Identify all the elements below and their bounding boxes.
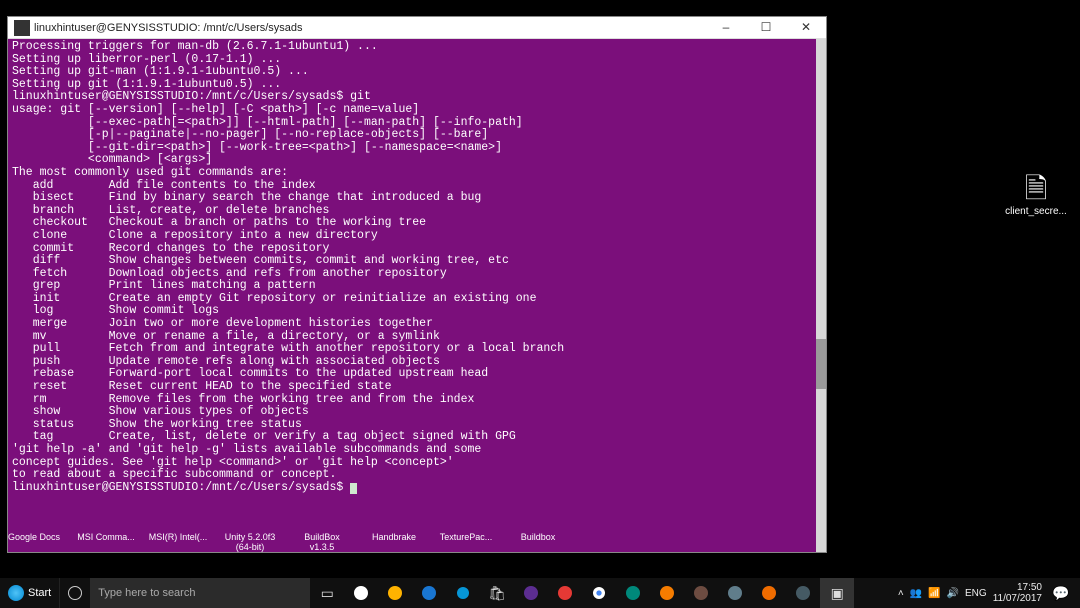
terminal-line: bisect Find by binary search the change … [12,192,822,205]
shortcut-label: MSI Comma... [76,532,136,542]
desktop-shortcut[interactable]: MSI(R) Intel(... [148,532,208,542]
tray-people-icon[interactable]: 👥 [910,588,922,599]
taskbar-terminal[interactable]: ▣ [820,578,854,608]
terminal-icon [14,20,30,36]
search-placeholder: Type here to search [98,587,195,599]
terminal-line: Processing triggers for man-db (2.6.7.1-… [12,41,822,54]
terminal-line: usage: git [--version] [--help] [-C <pat… [12,104,822,117]
terminal-window: linuxhintuser@GENYSISSTUDIO: /mnt/c/User… [7,16,827,553]
shortcut-label: TexturePac... [436,532,496,542]
shortcut-label: BuildBox v1.3.5 [292,532,352,552]
scrollbar[interactable] [816,39,826,552]
tray-volume-icon[interactable]: 🔊 [947,588,959,599]
file-label: client_secre... [1004,206,1068,217]
file-icon-client-secre[interactable]: 🗎 client_secre... [1004,172,1068,217]
task-view-button[interactable]: ▭ [310,578,344,608]
taskbar-app-10[interactable] [684,578,718,608]
tray-date: 11/07/2017 [993,593,1042,604]
taskbar-app-8[interactable] [616,578,650,608]
maximize-button[interactable]: ☐ [746,17,786,39]
cortana-button[interactable] [60,578,90,608]
terminal-line: The most commonly used git commands are: [12,167,822,180]
taskbar-app-11[interactable] [718,578,752,608]
scrollbar-thumb[interactable] [816,339,826,389]
desktop-shortcut[interactable]: Google Docs [4,532,64,542]
terminal-line: clone Clone a repository into a new dire… [12,230,822,243]
desktop-shortcut[interactable]: TexturePac... [436,532,496,542]
desktop-shortcut[interactable]: BuildBox v1.3.5 [292,532,352,552]
terminal-line: [-p|--paginate|--no-pager] [--no-replace… [12,129,822,142]
shortcut-label: Handbrake [364,532,424,542]
shortcut-label: Buildbox [508,532,568,542]
tray-time: 17:50 [993,582,1042,593]
taskbar-chrome[interactable] [582,578,616,608]
taskbar-app-5[interactable] [514,578,548,608]
tray-language[interactable]: ENG [965,588,987,599]
terminal-line: linuxhintuser@GENYSISSTUDIO:/mnt/c/Users… [12,482,822,495]
shortcut-label: Google Docs [4,532,64,542]
terminal-line: show Show various types of objects [12,406,822,419]
terminal-line: grep Print lines matching a pattern [12,280,822,293]
task-icons: ▭ 🛍 ▣ [310,578,854,608]
titlebar[interactable]: linuxhintuser@GENYSISSTUDIO: /mnt/c/User… [8,17,826,39]
tray-clock[interactable]: 17:50 11/07/2017 [993,582,1042,604]
desktop: linuxhintuser@GENYSISSTUDIO: /mnt/c/User… [0,0,1080,608]
close-button[interactable]: ✕ [786,17,826,39]
terminal-body[interactable]: Processing triggers for man-db (2.6.7.1-… [8,39,826,552]
terminal-line: Setting up git-man (1:1.9.1-1ubuntu0.5) … [12,66,822,79]
taskbar-app-12[interactable] [752,578,786,608]
taskbar-app-9[interactable] [650,578,684,608]
terminal-line: 'git help -a' and 'git help -g' lists av… [12,444,822,457]
terminal-cursor [350,483,357,494]
terminal-line: reset Reset current HEAD to the specifie… [12,381,822,394]
terminal-line: merge Join two or more development histo… [12,318,822,331]
cortana-ring-icon [68,586,82,600]
tray-notifications-icon[interactable]: 💬 [1048,585,1074,602]
taskbar-app-13[interactable] [786,578,820,608]
desktop-shortcut[interactable]: Unity 5.2.0f3 (64-bit) [220,532,280,552]
terminal-line: diff Show changes between commits, commi… [12,255,822,268]
tray-chevron-up-icon[interactable]: ˄ [898,588,904,599]
window-title: linuxhintuser@GENYSISSTUDIO: /mnt/c/User… [34,22,706,34]
shortcut-label: MSI(R) Intel(... [148,532,208,542]
taskbar-edge[interactable] [446,578,480,608]
start-label: Start [28,587,51,599]
terminal-line: to read about a specific subcommand or c… [12,469,822,482]
shortcut-label: Unity 5.2.0f3 (64-bit) [220,532,280,552]
taskbar: Start Type here to search ▭ 🛍 ▣ [0,578,1080,608]
start-logo-icon [8,585,24,601]
taskbar-app-2[interactable] [378,578,412,608]
document-icon: 🗎 [1004,172,1068,206]
desktop-shortcut[interactable]: MSI Comma... [76,532,136,542]
terminal-line: pull Fetch from and integrate with anoth… [12,343,822,356]
taskbar-store[interactable]: 🛍 [480,578,514,608]
system-tray: ˄ 👥 📶 🔊 ENG 17:50 11/07/2017 💬 [892,578,1080,608]
taskbar-app-6[interactable] [548,578,582,608]
minimize-button[interactable]: – [706,17,746,39]
desktop-shortcut[interactable]: Buildbox [508,532,568,542]
taskbar-app-1[interactable] [344,578,378,608]
tray-wifi-icon[interactable]: 📶 [928,588,940,599]
desktop-icon-row: Google Docs MSI Comma... MSI(R) Intel(... U… [4,532,568,576]
taskbar-app-3[interactable] [412,578,446,608]
desktop-shortcut[interactable]: Handbrake [364,532,424,542]
search-input[interactable]: Type here to search [90,578,310,608]
start-button[interactable]: Start [0,578,60,608]
